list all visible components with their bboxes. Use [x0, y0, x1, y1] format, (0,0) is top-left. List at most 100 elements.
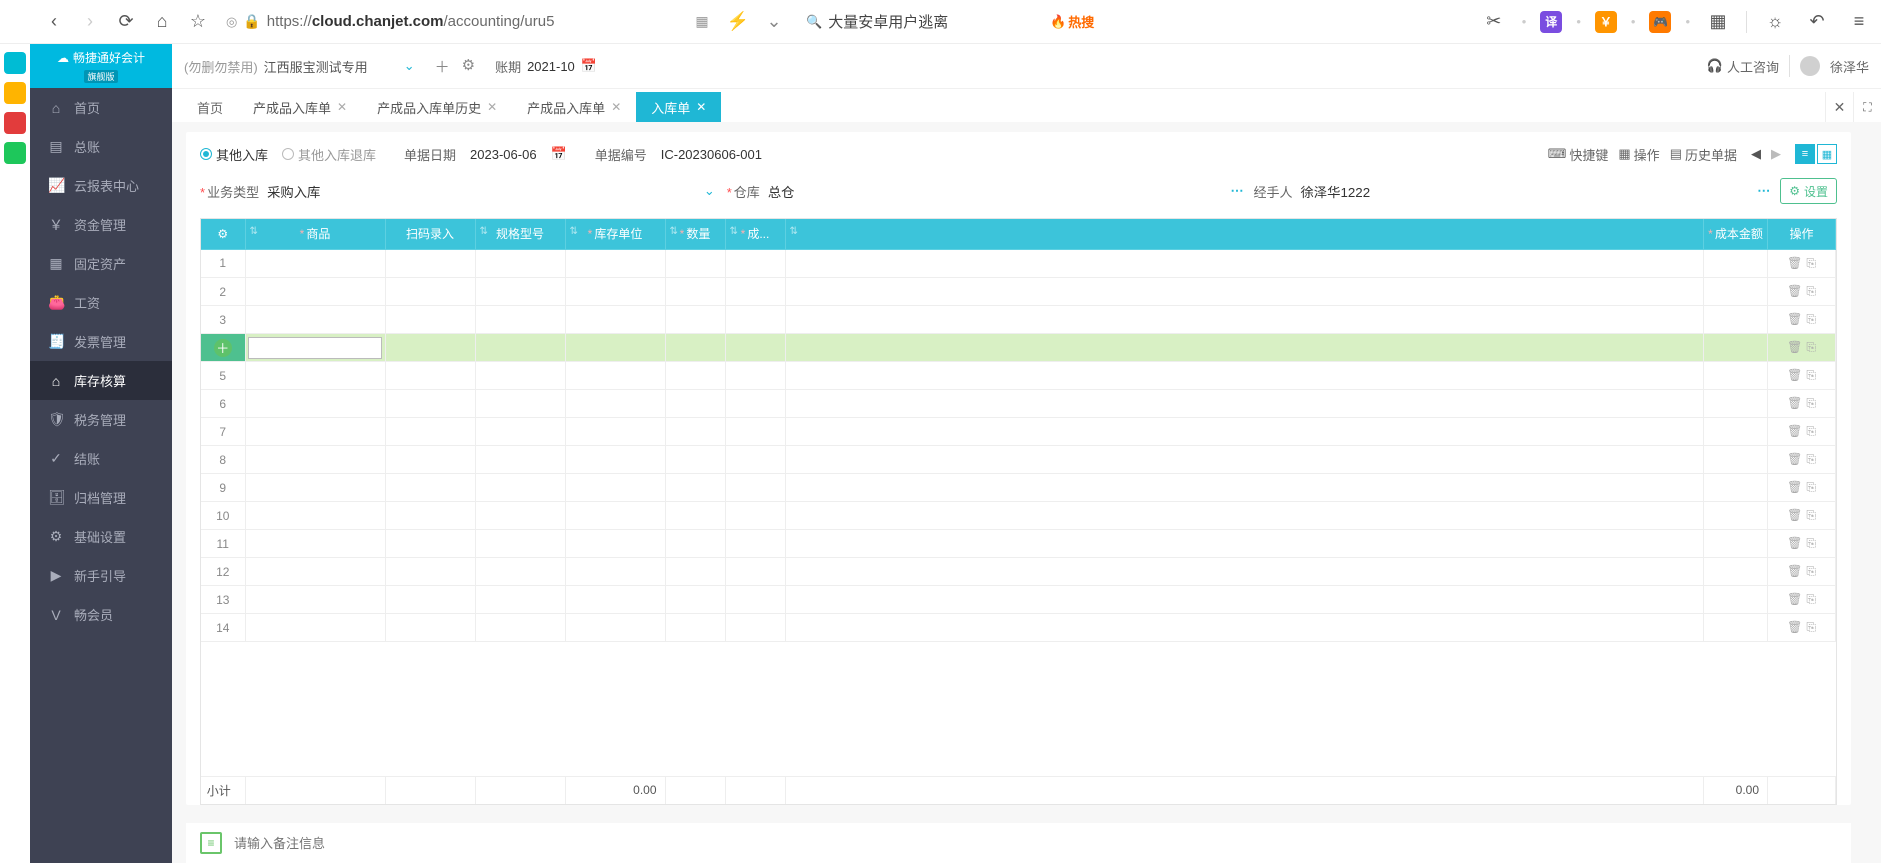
delete-row-icon[interactable]: 🗑 [1787, 284, 1802, 298]
back-icon[interactable]: ‹ [40, 8, 68, 36]
hot-badge[interactable]: 🔥热搜 [1044, 10, 1100, 33]
flash-icon[interactable]: ⚡ [724, 8, 752, 36]
delete-row-icon[interactable]: 🗑 [1787, 424, 1802, 438]
col-settings[interactable]: ⚙ [201, 219, 245, 249]
col-scan[interactable]: 扫码录入 [385, 219, 475, 249]
table-row[interactable]: 12🗑⎘ [201, 558, 1836, 586]
doc-date-value[interactable]: 2023-06-06 [470, 147, 537, 162]
ext-wallet-icon[interactable]: ￥ [1595, 11, 1617, 33]
close-icon[interactable]: ✕ [337, 100, 347, 114]
qr-icon[interactable]: ▦ [688, 8, 716, 36]
sidebar-item[interactable]: 🧾发票管理 [30, 322, 172, 361]
chevron-down-icon[interactable]: ⌄ [760, 8, 788, 36]
help-link[interactable]: 🎧人工咨询 [1707, 57, 1779, 76]
view-mode-grid[interactable]: ▦ [1817, 144, 1837, 164]
undo-icon[interactable]: ↶ [1803, 8, 1831, 36]
radio-other-in-return[interactable]: 其他入库退库 [282, 145, 376, 164]
tab-home[interactable]: 首页 [182, 92, 238, 122]
sort-icon[interactable]: ⇅ [670, 226, 678, 237]
ext-game-icon[interactable]: 🎮 [1649, 11, 1671, 33]
handler-lookup-icon[interactable]: ⋯ [1757, 183, 1768, 199]
account-selector[interactable]: (勿删勿禁用) 江西服宝测试专用 ⌄ [184, 57, 415, 76]
tab-item[interactable]: 产成品入库单✕ [512, 92, 636, 122]
copy-row-icon[interactable]: ⎘ [1806, 452, 1816, 466]
delete-row-icon[interactable]: 🗑 [1787, 480, 1802, 494]
menu-icon[interactable]: ≡ [1845, 8, 1873, 36]
copy-row-icon[interactable]: ⎘ [1806, 508, 1816, 522]
warehouse-lookup-icon[interactable]: ⋯ [1230, 183, 1241, 199]
remark-input[interactable] [234, 836, 1837, 851]
col-product[interactable]: ⇅商品 [245, 219, 385, 249]
delete-row-icon[interactable]: 🗑 [1787, 256, 1802, 270]
delete-row-icon[interactable]: 🗑 [1787, 508, 1802, 522]
os-app-1[interactable] [4, 52, 26, 74]
close-all-tabs[interactable]: ✕ [1825, 92, 1853, 122]
theme-icon[interactable]: ☼ [1761, 8, 1789, 36]
table-row[interactable]: 1🗑⎘ [201, 250, 1836, 278]
table-row[interactable]: 5🗑⎘ [201, 362, 1836, 390]
delete-row-icon[interactable]: 🗑 [1787, 368, 1802, 382]
copy-row-icon[interactable]: ⎘ [1806, 620, 1816, 634]
delete-row-icon[interactable]: 🗑 [1787, 340, 1802, 354]
table-row[interactable]: 8🗑⎘ [201, 446, 1836, 474]
pager-next-icon[interactable]: ▶ [1767, 145, 1785, 163]
biz-type-input[interactable] [267, 178, 527, 204]
view-mode-list[interactable]: ≡ [1795, 144, 1815, 164]
copy-row-icon[interactable]: ⎘ [1806, 536, 1816, 550]
product-cell-input[interactable] [248, 337, 381, 359]
sidebar-item[interactable]: ⚙基础设置 [30, 517, 172, 556]
shortcut-button[interactable]: ⌨快捷键 [1548, 145, 1609, 164]
sidebar-item[interactable]: 📈云报表中心 [30, 166, 172, 205]
fullscreen-icon[interactable]: ⛶ [1853, 92, 1881, 122]
sort-icon[interactable]: ⇅ [480, 226, 488, 237]
col-spec[interactable]: ⇅规格型号 [475, 219, 565, 249]
gear-icon[interactable]: ⚙ [462, 56, 475, 77]
close-icon[interactable]: ✕ [487, 100, 497, 114]
table-row[interactable]: 11🗑⎘ [201, 530, 1836, 558]
delete-row-icon[interactable]: 🗑 [1787, 620, 1802, 634]
sidebar-item[interactable]: V畅会员 [30, 595, 172, 634]
sort-icon[interactable]: ⇅ [790, 226, 798, 237]
col-cost[interactable]: ⇅成... [725, 219, 785, 249]
table-row[interactable]: 9🗑⎘ [201, 474, 1836, 502]
browser-search[interactable]: 🔍 大量安卓用户逃离 [796, 11, 1036, 32]
table-row[interactable]: 14🗑⎘ [201, 614, 1836, 642]
sort-icon[interactable]: ⇅ [250, 226, 258, 237]
tab-item[interactable]: 产成品入库单✕ [238, 92, 362, 122]
add-row-icon[interactable]: ＋ [214, 339, 232, 357]
avatar[interactable] [1800, 56, 1820, 76]
copy-row-icon[interactable]: ⎘ [1806, 592, 1816, 606]
pager-prev-icon[interactable]: ◀ [1747, 145, 1765, 163]
copy-row-icon[interactable]: ⎘ [1806, 480, 1816, 494]
chevron-down-icon[interactable]: ⌄ [704, 183, 715, 199]
copy-row-icon[interactable]: ⎘ [1806, 256, 1816, 270]
table-row[interactable]: ＋🗑⎘ [201, 334, 1836, 362]
sort-icon[interactable]: ⇅ [570, 226, 578, 237]
delete-row-icon[interactable]: 🗑 [1787, 452, 1802, 466]
delete-row-icon[interactable]: 🗑 [1787, 312, 1802, 326]
table-row[interactable]: 3🗑⎘ [201, 306, 1836, 334]
table-row[interactable]: 2🗑⎘ [201, 278, 1836, 306]
address-bar[interactable]: ◎ 🔒 https://cloud.chanjet.com/accounting… [220, 7, 680, 37]
ext-translate-icon[interactable]: 译 [1540, 11, 1562, 33]
close-icon[interactable]: ✕ [611, 100, 621, 114]
table-row[interactable]: 6🗑⎘ [201, 390, 1836, 418]
sidebar-item[interactable]: ⌂库存核算 [30, 361, 172, 400]
sidebar-item[interactable]: 👛工资 [30, 283, 172, 322]
sidebar-logo[interactable]: ☁畅捷通好会计 旗舰版 [30, 44, 172, 88]
copy-row-icon[interactable]: ⎘ [1806, 312, 1816, 326]
sidebar-item[interactable]: 🗄归档管理 [30, 478, 172, 517]
radio-other-in[interactable]: 其他入库 [200, 145, 268, 164]
col-qty[interactable]: ⇅数量 [665, 219, 725, 249]
delete-row-icon[interactable]: 🗑 [1787, 536, 1802, 550]
reload-icon[interactable]: ⟳ [112, 8, 140, 36]
table-row[interactable]: 10🗑⎘ [201, 502, 1836, 530]
table-row[interactable]: 13🗑⎘ [201, 586, 1836, 614]
scissors-icon[interactable]: ✂ [1480, 8, 1508, 36]
delete-row-icon[interactable]: 🗑 [1787, 592, 1802, 606]
apps-icon[interactable]: ▦ [1704, 8, 1732, 36]
operate-button[interactable]: ▦操作 [1618, 145, 1659, 164]
copy-row-icon[interactable]: ⎘ [1806, 396, 1816, 410]
user-name[interactable]: 徐泽华 [1830, 57, 1869, 76]
copy-row-icon[interactable]: ⎘ [1806, 368, 1816, 382]
